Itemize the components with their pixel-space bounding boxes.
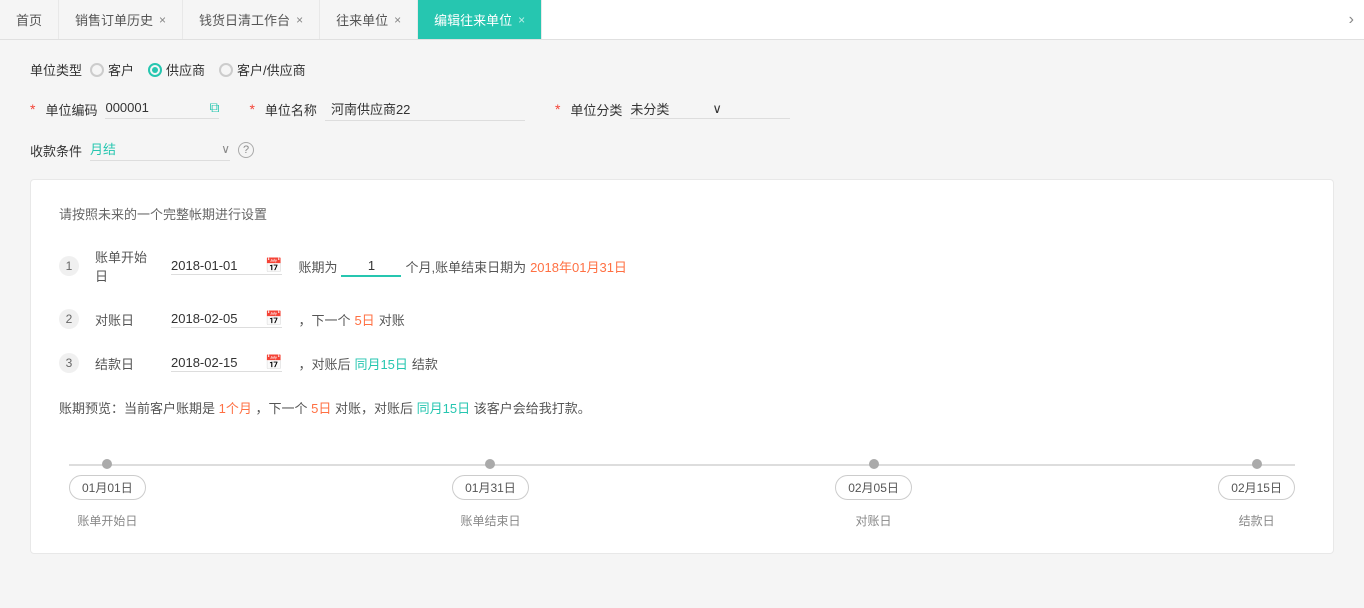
period-row-3: 3 结款日 📅 ，对账后 同月15日 结款 bbox=[59, 353, 1305, 373]
month-input[interactable] bbox=[341, 256, 401, 277]
tab-close-sales-history[interactable]: × bbox=[159, 13, 166, 27]
tab-edit-partner[interactable]: 编辑往来单位 × bbox=[418, 0, 542, 39]
start-date-input[interactable] bbox=[171, 258, 261, 273]
timeline-dot-4 bbox=[1252, 459, 1262, 469]
timeline-label-3: 对账日 bbox=[856, 512, 892, 529]
timeline-point-1: 01月01日 账单开始日 bbox=[69, 444, 146, 529]
fields-row: * 单位编码 ⧉ * 单位名称 * 单位分类 未分类 ∨ bbox=[30, 97, 1334, 121]
period-label-2: 对账日 bbox=[95, 310, 155, 329]
preview-months: 1个月 bbox=[219, 401, 252, 416]
tab-close-cash-work[interactable]: × bbox=[296, 13, 303, 27]
unit-code-input-wrapper: ⧉ bbox=[105, 99, 219, 119]
unit-name-input[interactable] bbox=[325, 97, 525, 121]
timeline-dot-2 bbox=[485, 459, 495, 469]
timeline-badge-1: 01月01日 bbox=[69, 475, 146, 500]
tab-close-edit-partner[interactable]: × bbox=[518, 13, 525, 27]
date-input-2: 📅 bbox=[171, 310, 282, 328]
card-hint: 请按照未来的一个完整帐期进行设置 bbox=[59, 204, 1305, 223]
period-desc-1: 账期为 个月,账单结束日期为 2018年01月31日 bbox=[298, 256, 626, 277]
timeline-label-2: 账单结束日 bbox=[460, 512, 520, 529]
period-label-1: 账单开始日 bbox=[95, 247, 155, 285]
tab-sales-history[interactable]: 销售订单历史 × bbox=[59, 0, 183, 39]
timeline-points: 01月01日 账单开始日 01月31日 账单结束日 02月05日 对账日 bbox=[69, 444, 1295, 529]
tab-close-partner[interactable]: × bbox=[394, 13, 401, 27]
period-num-1: 1 bbox=[59, 256, 79, 276]
radio-supplier[interactable]: 供应商 bbox=[148, 60, 205, 79]
payment-terms-label: 收款条件 bbox=[30, 141, 82, 160]
payment-date-input[interactable] bbox=[171, 355, 261, 370]
timeline-label-4: 结款日 bbox=[1239, 512, 1275, 529]
tab-home[interactable]: 首页 bbox=[0, 0, 59, 39]
timeline-point-4: 02月15日 结款日 bbox=[1218, 444, 1295, 529]
period-row-1: 1 账单开始日 📅 账期为 个月,账单结束日期为 2018年01月31日 bbox=[59, 247, 1305, 285]
preview-day: 5日 bbox=[311, 401, 331, 416]
radio-circle-customer bbox=[90, 63, 104, 77]
payment-terms-row: 收款条件 月结 ∨ ? bbox=[30, 139, 1334, 161]
radio-group: 客户 供应商 客户/供应商 bbox=[90, 60, 306, 79]
date-input-1: 📅 bbox=[171, 257, 282, 275]
date-input-3: 📅 bbox=[171, 354, 282, 372]
unit-code-label: 单位编码 bbox=[45, 100, 97, 119]
unit-name-label: 单位名称 bbox=[265, 100, 317, 119]
help-icon[interactable]: ? bbox=[238, 142, 254, 158]
tab-cash-work[interactable]: 钱货日清工作台 × bbox=[183, 0, 320, 39]
preview-payment-day: 同月15日 bbox=[417, 401, 470, 416]
timeline-badge-3: 02月05日 bbox=[835, 475, 912, 500]
unit-type-group: 单位类型 客户 供应商 客户/供应商 bbox=[30, 60, 306, 79]
unit-name-group: * 单位名称 bbox=[249, 97, 524, 121]
timeline-point-3: 02月05日 对账日 bbox=[835, 444, 912, 529]
end-date-highlight: 2018年01月31日 bbox=[530, 257, 627, 276]
main-content: 单位类型 客户 供应商 客户/供应商 * 单位编码 bbox=[0, 40, 1364, 608]
period-label-3: 结款日 bbox=[95, 354, 155, 373]
payment-terms-group: 收款条件 月结 ∨ ? bbox=[30, 139, 254, 161]
radio-circle-both bbox=[219, 63, 233, 77]
calendar-icon-2[interactable]: 📅 bbox=[265, 310, 282, 327]
calendar-icon-1[interactable]: 📅 bbox=[265, 257, 282, 274]
unit-code-input[interactable] bbox=[105, 100, 205, 115]
period-num-3: 3 bbox=[59, 353, 79, 373]
timeline: 01月01日 账单开始日 01月31日 账单结束日 02月05日 对账日 bbox=[59, 444, 1305, 529]
unit-category-label: 单位分类 bbox=[570, 100, 622, 119]
timeline-label-1: 账单开始日 bbox=[77, 512, 137, 529]
unit-category-group: * 单位分类 未分类 ∨ bbox=[555, 99, 790, 119]
period-row-2: 2 对账日 📅 ，下一个 5日 对账 bbox=[59, 309, 1305, 329]
unit-category-select[interactable]: 未分类 ∨ bbox=[630, 99, 790, 119]
preview-text: 账期预览：当前客户账期是 1个月 ，下一个 5日 对账，对账后 同月15日 该客… bbox=[59, 397, 1305, 420]
period-desc-2: ，下一个 5日 对账 bbox=[298, 310, 404, 329]
payment-terms-value: 月结 bbox=[90, 139, 215, 158]
period-desc-3: ，对账后 同月15日 结款 bbox=[298, 354, 438, 373]
timeline-dot-1 bbox=[102, 459, 112, 469]
radio-both[interactable]: 客户/供应商 bbox=[219, 60, 306, 79]
reconcile-date-input[interactable] bbox=[171, 311, 261, 326]
period-card: 请按照未来的一个完整帐期进行设置 1 账单开始日 📅 账期为 个月,账单结束日期… bbox=[30, 179, 1334, 554]
tab-arrow[interactable]: › bbox=[1339, 0, 1364, 39]
tab-bar: 首页 销售订单历史 × 钱货日清工作台 × 往来单位 × 编辑往来单位 × › bbox=[0, 0, 1364, 40]
unit-code-group: * 单位编码 ⧉ bbox=[30, 99, 219, 119]
unit-type-row: 单位类型 客户 供应商 客户/供应商 bbox=[30, 60, 1334, 79]
tab-partner[interactable]: 往来单位 × bbox=[320, 0, 418, 39]
payment-terms-select[interactable]: 月结 ∨ bbox=[90, 139, 230, 161]
timeline-dot-3 bbox=[869, 459, 879, 469]
unit-type-label: 单位类型 bbox=[30, 60, 82, 79]
radio-customer[interactable]: 客户 bbox=[90, 60, 134, 79]
radio-circle-supplier bbox=[148, 63, 162, 77]
timeline-badge-2: 01月31日 bbox=[452, 475, 529, 500]
category-dropdown-arrow: ∨ bbox=[712, 101, 790, 117]
period-num-2: 2 bbox=[59, 309, 79, 329]
copy-icon[interactable]: ⧉ bbox=[209, 99, 219, 116]
timeline-badge-4: 02月15日 bbox=[1218, 475, 1295, 500]
payment-terms-arrow: ∨ bbox=[221, 142, 230, 156]
calendar-icon-3[interactable]: 📅 bbox=[265, 354, 282, 371]
timeline-point-2: 01月31日 账单结束日 bbox=[452, 444, 529, 529]
